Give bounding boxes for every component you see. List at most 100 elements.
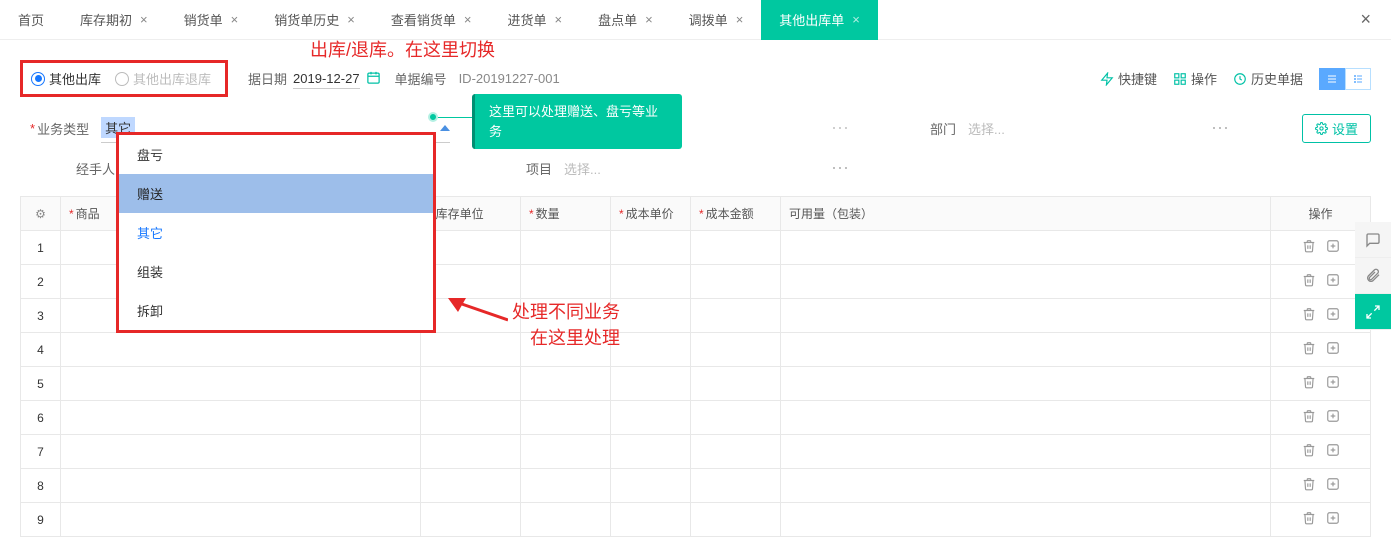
cell-unit[interactable] bbox=[421, 367, 521, 401]
cell-cost-price[interactable] bbox=[611, 265, 691, 299]
tab-close-icon[interactable]: × bbox=[554, 12, 562, 27]
cell-cost-amount[interactable] bbox=[691, 231, 781, 265]
cell-available[interactable] bbox=[781, 367, 1271, 401]
cell-cost-price[interactable] bbox=[611, 503, 691, 537]
cell-product[interactable] bbox=[61, 333, 421, 367]
more-icon[interactable]: ⋯ bbox=[831, 118, 850, 139]
delete-row-icon[interactable] bbox=[1302, 341, 1316, 358]
tab-stock-init[interactable]: 库存期初× bbox=[62, 0, 166, 40]
dropdown-item-other[interactable]: 其它 bbox=[119, 213, 433, 252]
add-row-icon[interactable] bbox=[1326, 341, 1340, 358]
table-row[interactable]: 7 bbox=[21, 435, 1371, 469]
cell-cost-amount[interactable] bbox=[691, 299, 781, 333]
tab-home[interactable]: 首页 bbox=[0, 0, 62, 40]
cell-qty[interactable] bbox=[521, 503, 611, 537]
add-row-icon[interactable] bbox=[1326, 375, 1340, 392]
cell-unit[interactable] bbox=[421, 503, 521, 537]
cell-cost-price[interactable] bbox=[611, 299, 691, 333]
col-qty[interactable]: *数量 bbox=[521, 197, 611, 231]
tab-sales[interactable]: 销货单× bbox=[166, 0, 257, 40]
dropdown-item-assembly[interactable]: 组装 bbox=[119, 252, 433, 291]
delete-row-icon[interactable] bbox=[1302, 307, 1316, 324]
cell-available[interactable] bbox=[781, 231, 1271, 265]
cell-unit[interactable] bbox=[421, 435, 521, 469]
cell-available[interactable] bbox=[781, 401, 1271, 435]
more-icon[interactable]: ⋯ bbox=[831, 158, 850, 179]
tab-sales-history[interactable]: 销货单历史× bbox=[256, 0, 373, 40]
cell-qty[interactable] bbox=[521, 299, 611, 333]
close-all-tabs[interactable]: × bbox=[1340, 9, 1391, 30]
cell-cost-price[interactable] bbox=[611, 401, 691, 435]
cell-available[interactable] bbox=[781, 469, 1271, 503]
cell-cost-price[interactable] bbox=[611, 231, 691, 265]
cell-product[interactable] bbox=[61, 401, 421, 435]
dropdown-item-gift[interactable]: 赠送 bbox=[119, 174, 433, 213]
calendar-icon[interactable] bbox=[366, 70, 381, 88]
col-cost-amount[interactable]: *成本金额 bbox=[691, 197, 781, 231]
tab-close-icon[interactable]: × bbox=[852, 12, 860, 27]
tab-view-sales[interactable]: 查看销货单× bbox=[373, 0, 490, 40]
cell-unit[interactable] bbox=[421, 333, 521, 367]
cell-qty[interactable] bbox=[521, 401, 611, 435]
delete-row-icon[interactable] bbox=[1302, 239, 1316, 256]
radio-other-outbound[interactable]: 其他出库 bbox=[31, 69, 101, 88]
table-row[interactable]: 9 bbox=[21, 503, 1371, 537]
tab-inventory[interactable]: 盘点单× bbox=[580, 0, 671, 40]
side-tab-attach[interactable] bbox=[1355, 258, 1391, 294]
cell-cost-amount[interactable] bbox=[691, 503, 781, 537]
settings-button[interactable]: 设置 bbox=[1302, 114, 1371, 143]
table-row[interactable]: 6 bbox=[21, 401, 1371, 435]
delete-row-icon[interactable] bbox=[1302, 273, 1316, 290]
radio-other-outbound-return[interactable]: 其他出库退库 bbox=[115, 69, 211, 88]
cell-available[interactable] bbox=[781, 333, 1271, 367]
add-row-icon[interactable] bbox=[1326, 239, 1340, 256]
cell-cost-price[interactable] bbox=[611, 469, 691, 503]
table-row[interactable]: 5 bbox=[21, 367, 1371, 401]
dropdown-item-disassembly[interactable]: 拆卸 bbox=[119, 291, 433, 330]
view-list-button[interactable] bbox=[1319, 68, 1345, 90]
cell-qty[interactable] bbox=[521, 265, 611, 299]
tab-close-icon[interactable]: × bbox=[736, 12, 744, 27]
delete-row-icon[interactable] bbox=[1302, 409, 1316, 426]
shortcut-link[interactable]: 快捷键 bbox=[1100, 69, 1157, 88]
tab-other-outbound[interactable]: 其他出库单× bbox=[761, 0, 878, 40]
col-available[interactable]: 可用量（包装） bbox=[781, 197, 1271, 231]
view-card-button[interactable] bbox=[1345, 68, 1371, 90]
cell-product[interactable] bbox=[61, 469, 421, 503]
table-row[interactable]: 4 bbox=[21, 333, 1371, 367]
cell-qty[interactable] bbox=[521, 435, 611, 469]
cell-cost-price[interactable] bbox=[611, 435, 691, 469]
cell-unit[interactable] bbox=[421, 401, 521, 435]
tab-close-icon[interactable]: × bbox=[645, 12, 653, 27]
delete-row-icon[interactable] bbox=[1302, 375, 1316, 392]
table-row[interactable]: 8 bbox=[21, 469, 1371, 503]
add-row-icon[interactable] bbox=[1326, 443, 1340, 460]
cell-cost-price[interactable] bbox=[611, 333, 691, 367]
cell-qty[interactable] bbox=[521, 333, 611, 367]
cell-cost-amount[interactable] bbox=[691, 401, 781, 435]
cell-available[interactable] bbox=[781, 503, 1271, 537]
add-row-icon[interactable] bbox=[1326, 273, 1340, 290]
add-row-icon[interactable] bbox=[1326, 409, 1340, 426]
cell-available[interactable] bbox=[781, 435, 1271, 469]
col-cost-price[interactable]: *成本单价 bbox=[611, 197, 691, 231]
cell-cost-price[interactable] bbox=[611, 367, 691, 401]
tab-purchase[interactable]: 进货单× bbox=[489, 0, 580, 40]
delete-row-icon[interactable] bbox=[1302, 511, 1316, 528]
delete-row-icon[interactable] bbox=[1302, 477, 1316, 494]
cell-unit[interactable] bbox=[421, 469, 521, 503]
tab-close-icon[interactable]: × bbox=[464, 12, 472, 27]
tab-close-icon[interactable]: × bbox=[347, 12, 355, 27]
cell-available[interactable] bbox=[781, 299, 1271, 333]
add-row-icon[interactable] bbox=[1326, 511, 1340, 528]
cell-available[interactable] bbox=[781, 265, 1271, 299]
side-tab-expand[interactable] bbox=[1355, 294, 1391, 330]
date-value[interactable]: 2019-12-27 bbox=[293, 69, 360, 89]
history-link[interactable]: 历史单据 bbox=[1233, 69, 1303, 88]
cell-cost-amount[interactable] bbox=[691, 469, 781, 503]
side-tab-comment[interactable] bbox=[1355, 222, 1391, 258]
cell-qty[interactable] bbox=[521, 469, 611, 503]
cell-product[interactable] bbox=[61, 435, 421, 469]
more-icon[interactable]: ⋯ bbox=[1211, 118, 1230, 139]
tab-close-icon[interactable]: × bbox=[140, 12, 148, 27]
